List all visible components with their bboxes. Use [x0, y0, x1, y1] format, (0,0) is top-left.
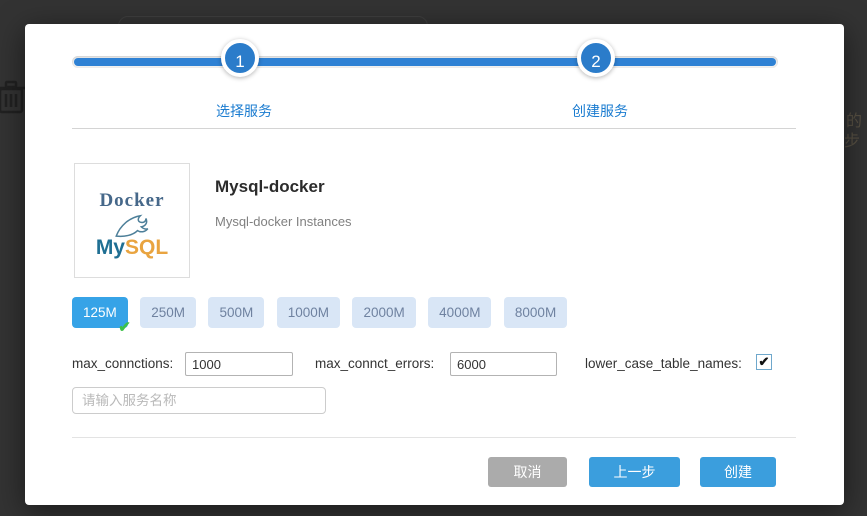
max-connections-label: max_connctions:: [72, 356, 174, 371]
trash-icon: [0, 80, 25, 114]
background-clipped-text: 步: [844, 133, 861, 150]
memory-option-4000m[interactable]: 4000M: [428, 297, 492, 328]
memory-option-1000m[interactable]: 1000M: [276, 297, 340, 328]
service-name-input[interactable]: [72, 387, 326, 414]
wizard-progress-track: [72, 56, 778, 68]
create-service-dialog: 1 2 选择服务 创建服务 Docker MySQL Mysql-docker …: [25, 24, 844, 505]
memory-option-2000m[interactable]: 2000M: [352, 297, 416, 328]
mysql-dolphin-icon: [115, 214, 149, 238]
memory-option-8000m[interactable]: 8000M: [503, 297, 568, 328]
mysql-wordmark-my: My: [95, 236, 125, 259]
lower-case-table-names-label: lower_case_table_names:: [585, 356, 742, 371]
header-divider: [72, 128, 796, 129]
max-connect-errors-label: max_connct_errors:: [315, 356, 435, 371]
mysql-wordmark-sql: SQL: [125, 236, 169, 259]
memory-options-row: 125M ✔ 250M 500M 1000M 2000M 4000M 8000M: [72, 297, 575, 335]
service-logo: Docker MySQL: [74, 163, 190, 278]
service-title: Mysql-docker: [215, 177, 325, 196]
screen: 的 步 1 2 选择服务 创建服务 Docker MySQL Mysql-doc…: [0, 0, 867, 516]
max-connections-input[interactable]: [185, 352, 293, 376]
wizard-step-1-circle[interactable]: 1: [221, 39, 259, 77]
wizard-progress-fill: [74, 58, 776, 66]
cancel-button[interactable]: 取消: [488, 457, 567, 487]
lower-case-table-names-checkbox[interactable]: ✔: [756, 354, 772, 370]
service-subtitle: Mysql-docker Instances: [215, 214, 352, 229]
create-button[interactable]: 创建: [700, 457, 776, 487]
mysql-wordmark: MySQL: [75, 236, 189, 260]
previous-step-button[interactable]: 上一步: [589, 457, 680, 487]
memory-option-label: 125M: [83, 305, 117, 320]
max-connect-errors-input[interactable]: [450, 352, 557, 376]
docker-wordmark: Docker: [99, 190, 165, 211]
background-clipped-text: 的: [846, 113, 863, 130]
wizard-step-1-label: 选择服务: [216, 103, 272, 119]
wizard-step-2-circle[interactable]: 2: [577, 39, 615, 77]
memory-option-500m[interactable]: 500M: [208, 297, 265, 328]
memory-option-125m[interactable]: 125M ✔: [72, 297, 131, 335]
footer-divider: [72, 437, 796, 438]
memory-option-250m[interactable]: 250M: [140, 297, 197, 328]
wizard-step-2-label: 创建服务: [572, 103, 628, 119]
selected-check-icon: ✔: [118, 319, 131, 336]
